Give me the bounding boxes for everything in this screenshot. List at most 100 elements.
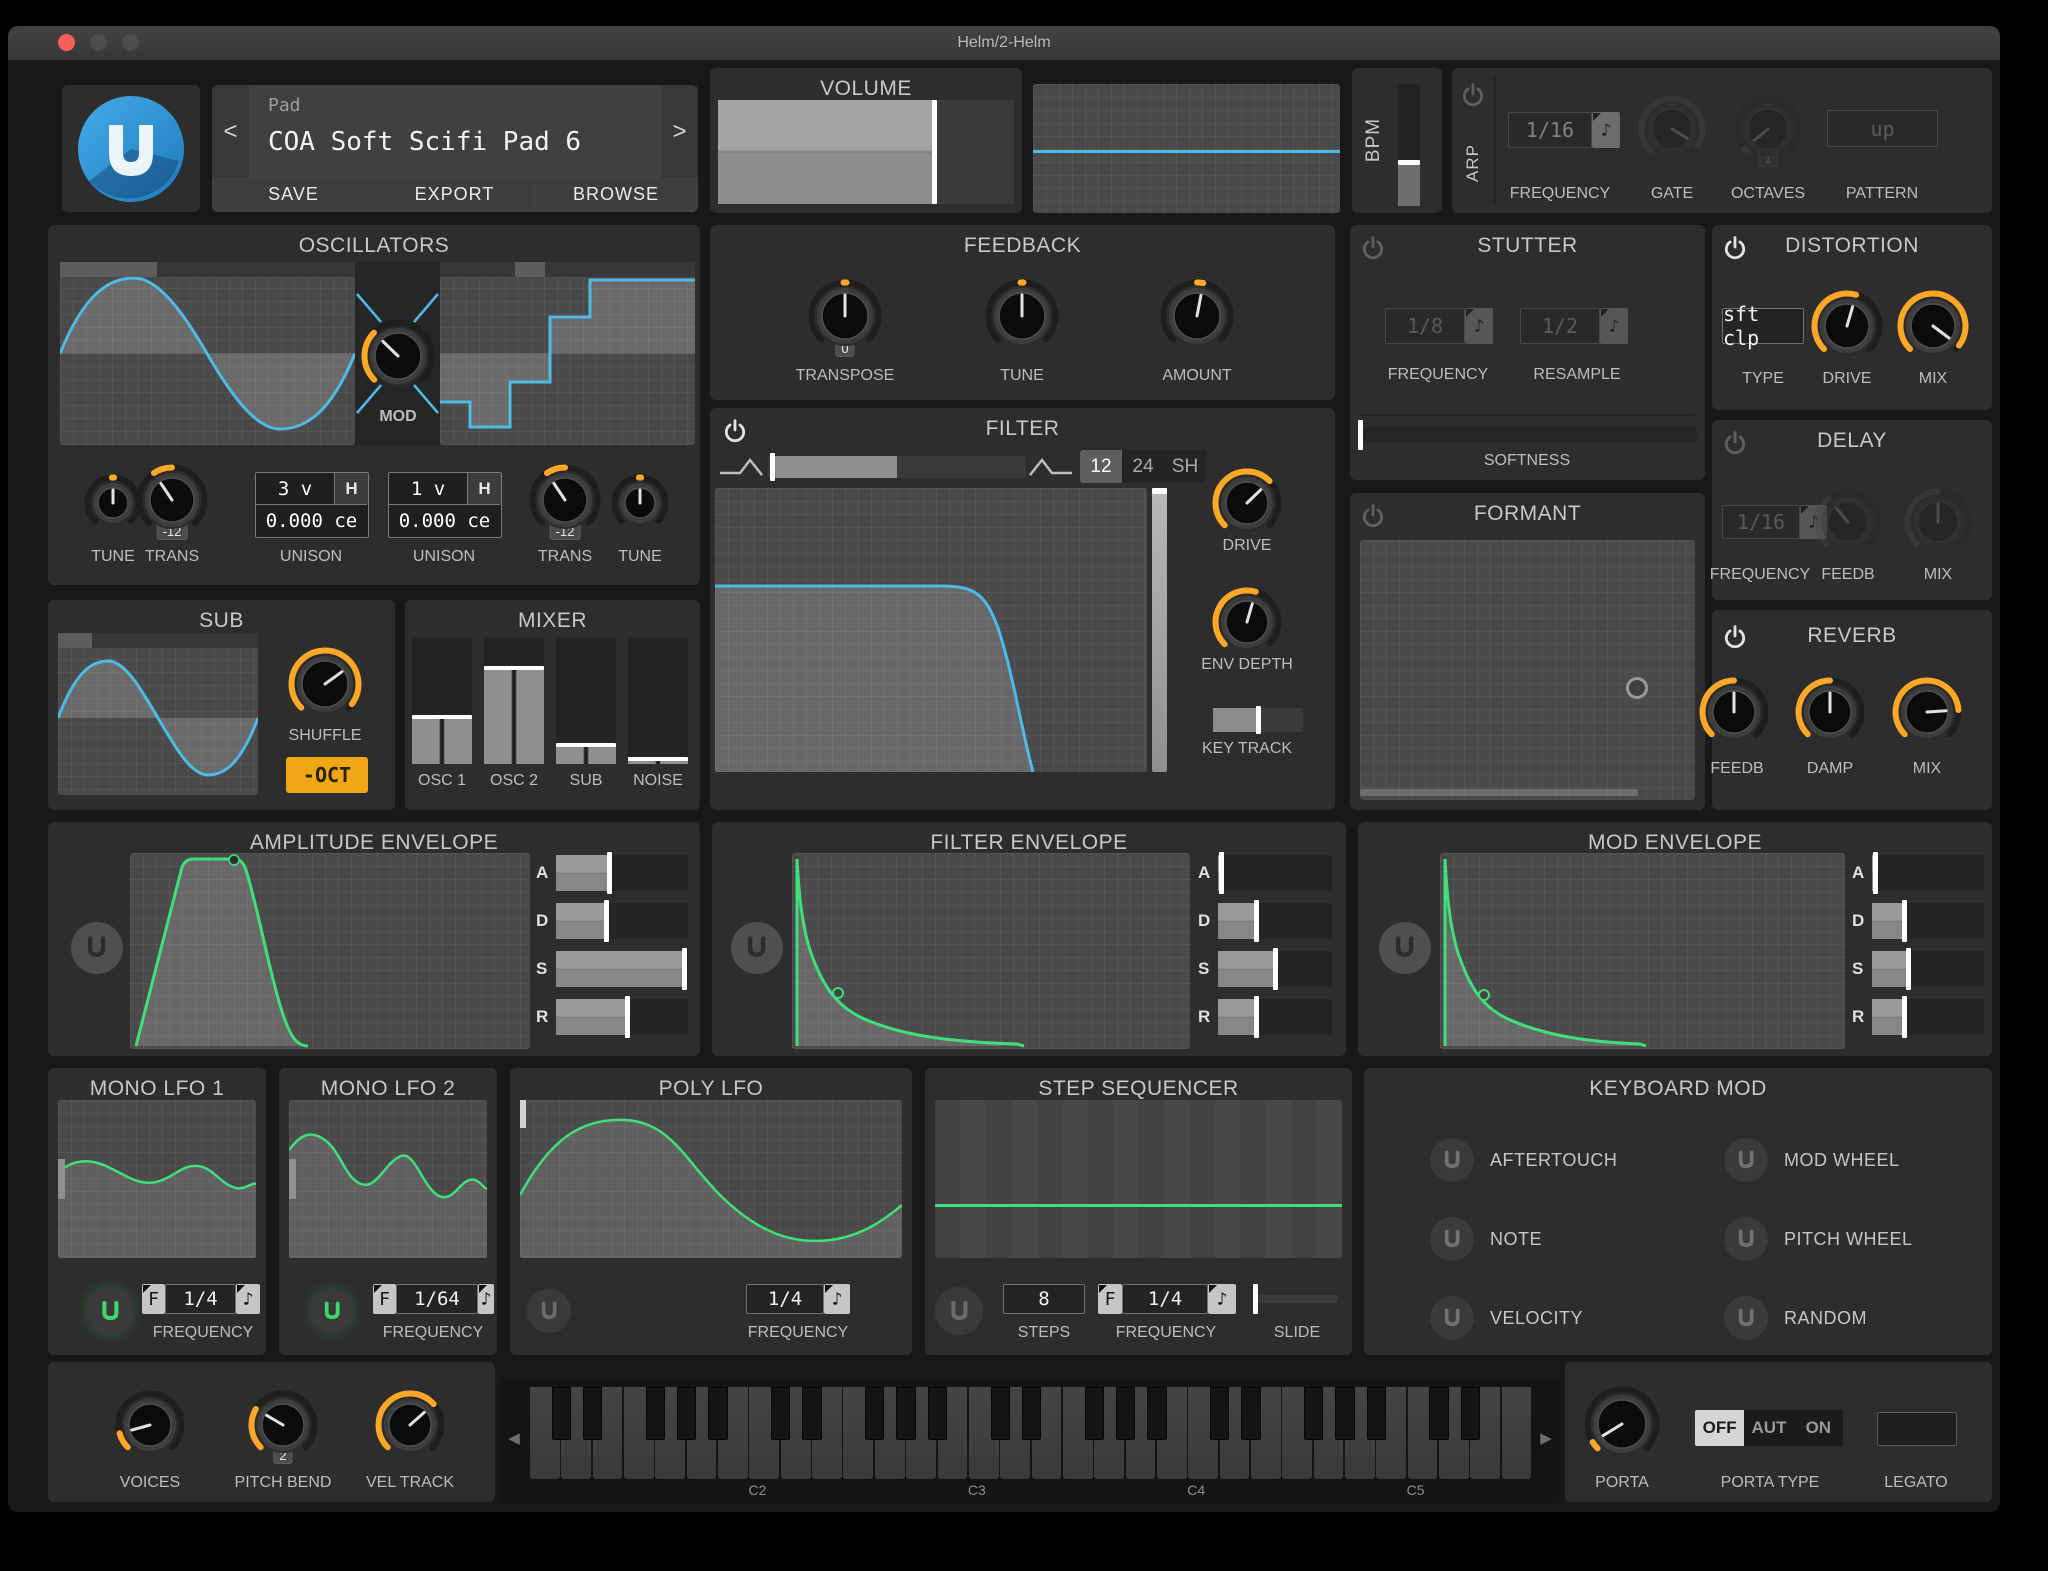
aftertouch-mod-button[interactable] (1430, 1138, 1474, 1182)
sub-shuffle-knob[interactable] (287, 646, 363, 722)
arp-octaves-knob[interactable]: 1 (1733, 94, 1803, 164)
adsr-handle[interactable] (1906, 948, 1911, 990)
black-key[interactable] (1022, 1387, 1041, 1440)
distortion-drive-knob[interactable] (1810, 289, 1884, 363)
filter-envelope-meta-button[interactable] (731, 922, 783, 974)
black-key[interactable] (991, 1387, 1010, 1440)
stutter-resample-note-icon[interactable]: ♪ (1600, 308, 1628, 344)
adsr-s-slider[interactable]: S (1872, 951, 1984, 987)
step-sequencer-display[interactable] (935, 1100, 1342, 1258)
adsr-r-slider[interactable]: R (556, 999, 688, 1035)
black-key[interactable] (646, 1387, 665, 1440)
mono-lfo1-fixed-rate-button[interactable]: F (142, 1284, 165, 1314)
step-sequencer-steps-value[interactable]: 8 (1003, 1284, 1085, 1314)
osc2-unison-voices[interactable]: 1 v (389, 473, 467, 504)
adsr-handle[interactable] (1873, 852, 1878, 894)
black-key[interactable] (1335, 1387, 1354, 1440)
mod-wheel-mod-button[interactable] (1724, 1138, 1768, 1182)
feedback-amount-knob[interactable] (1159, 278, 1235, 354)
arp-pattern-value[interactable]: up (1827, 110, 1938, 147)
step-sequencer-frequency-value[interactable]: 1/4 (1122, 1284, 1208, 1314)
mod-envelope-meta-button[interactable] (1379, 922, 1431, 974)
distortion-type-value[interactable]: sft clp (1722, 308, 1804, 344)
white-key[interactable] (1502, 1387, 1532, 1479)
mixer-slider-noise[interactable] (628, 638, 688, 764)
osc1-unison-voices[interactable]: 3 v (256, 473, 334, 504)
black-key[interactable] (1116, 1387, 1135, 1440)
filter-env-depth-knob[interactable] (1211, 586, 1283, 658)
osc1-unison-box[interactable]: 3 v H 0.000 ce (255, 472, 369, 538)
filter-blend-handle[interactable] (770, 453, 775, 481)
note-mod-button[interactable] (1430, 1217, 1474, 1261)
patch-name[interactable]: COA Soft Scifi Pad 6 (268, 127, 581, 157)
adsr-handle[interactable] (1254, 996, 1259, 1038)
adsr-handle[interactable] (607, 852, 612, 894)
osc2-tune-knob[interactable] (610, 473, 670, 533)
black-key[interactable] (1241, 1387, 1260, 1440)
filter-key-track-handle[interactable] (1256, 706, 1261, 734)
black-key[interactable] (1085, 1387, 1104, 1440)
porta-type-off-button[interactable]: OFF (1695, 1410, 1744, 1446)
window-titlebar[interactable]: Helm/2-Helm (8, 26, 2000, 60)
stutter-softness-slider[interactable] (1358, 427, 1697, 443)
distortion-mix-knob[interactable] (1896, 289, 1970, 363)
osc2-waveform-display[interactable] (440, 262, 695, 445)
adsr-d-slider[interactable]: D (1218, 903, 1332, 939)
save-button[interactable]: SAVE (214, 179, 373, 210)
arp-gate-knob[interactable] (1637, 94, 1707, 164)
export-button[interactable]: EXPORT (375, 179, 534, 210)
arp-power-button[interactable] (1460, 82, 1486, 108)
black-key[interactable] (552, 1387, 571, 1440)
sub-waveform-display[interactable] (58, 633, 258, 795)
volume-slider[interactable] (718, 100, 1014, 204)
poly-lfo-display[interactable] (520, 1100, 902, 1258)
delay-frequency-value[interactable]: 1/16 (1722, 505, 1800, 539)
random-mod-button[interactable] (1724, 1296, 1768, 1340)
osc1-waveform-display[interactable] (60, 262, 355, 445)
osc2-trans-knob[interactable]: -12 (528, 463, 602, 537)
pitch-wheel-mod-button[interactable] (1724, 1217, 1768, 1261)
osc2-amp-strip[interactable] (440, 262, 695, 277)
osc2-unison-cents[interactable]: 0.000 ce (389, 504, 500, 536)
feedback-transpose-knob[interactable]: 0 (807, 278, 883, 354)
mono-lfo2-frequency-value[interactable]: 1/64 (396, 1284, 478, 1314)
mixer-handle[interactable] (628, 757, 688, 761)
black-key[interactable] (1367, 1387, 1386, 1440)
filter-blend-slider[interactable] (768, 456, 1026, 478)
amplitude-envelope-meta-button[interactable] (71, 922, 123, 974)
keyboard-scroll-right-button[interactable]: ▶ (1534, 1388, 1558, 1488)
filter-envelope-display[interactable] (792, 853, 1190, 1049)
arp-frequency-value[interactable]: 1/16 (1508, 112, 1592, 148)
adsr-d-slider[interactable]: D (1872, 903, 1984, 939)
step-sequencer-fixed-rate-button[interactable]: F (1098, 1284, 1122, 1314)
step-sequencer-mod-button[interactable] (935, 1287, 983, 1335)
arp-sync-note-icon[interactable]: ♪ (1592, 112, 1620, 148)
adsr-handle[interactable] (1273, 948, 1278, 990)
mixer-slider-sub[interactable] (556, 638, 616, 764)
adsr-handle[interactable] (625, 996, 630, 1038)
filter-drive-knob[interactable] (1211, 467, 1283, 539)
poly-lfo-mod-button[interactable] (527, 1289, 571, 1333)
reverb-damp-knob[interactable] (1794, 676, 1866, 748)
filter-pole-24-button[interactable]: 24 (1122, 450, 1164, 483)
adsr-a-slider[interactable]: A (556, 855, 688, 891)
filter-resonance-slider[interactable] (1152, 488, 1167, 772)
osc2-amp-handle[interactable] (515, 262, 545, 277)
black-key[interactable] (802, 1387, 821, 1440)
mono-lfo2-phase-handle[interactable] (289, 1159, 296, 1199)
mono-lfo2-fixed-rate-button[interactable]: F (373, 1284, 396, 1314)
filter-pole-sh-button[interactable]: SH (1164, 450, 1206, 483)
adsr-r-slider[interactable]: R (1872, 999, 1984, 1035)
adsr-handle[interactable] (682, 948, 687, 990)
vel-track-knob[interactable] (374, 1389, 446, 1461)
stutter-frequency-note-icon[interactable]: ♪ (1465, 308, 1493, 344)
legato-toggle[interactable] (1877, 1412, 1957, 1446)
step-sequencer-slide-slider[interactable] (1258, 1295, 1338, 1303)
filter-resonance-handle[interactable] (1152, 488, 1167, 494)
formant-xy-pad[interactable] (1360, 540, 1695, 800)
adsr-handle[interactable] (1902, 900, 1907, 942)
mixer-slider-osc2[interactable] (484, 638, 544, 764)
stutter-resample-value[interactable]: 1/2 (1520, 308, 1600, 344)
osc2-unison-box[interactable]: 1 v H 0.000 ce (388, 472, 502, 538)
osc1-trans-knob[interactable]: -12 (135, 463, 209, 537)
